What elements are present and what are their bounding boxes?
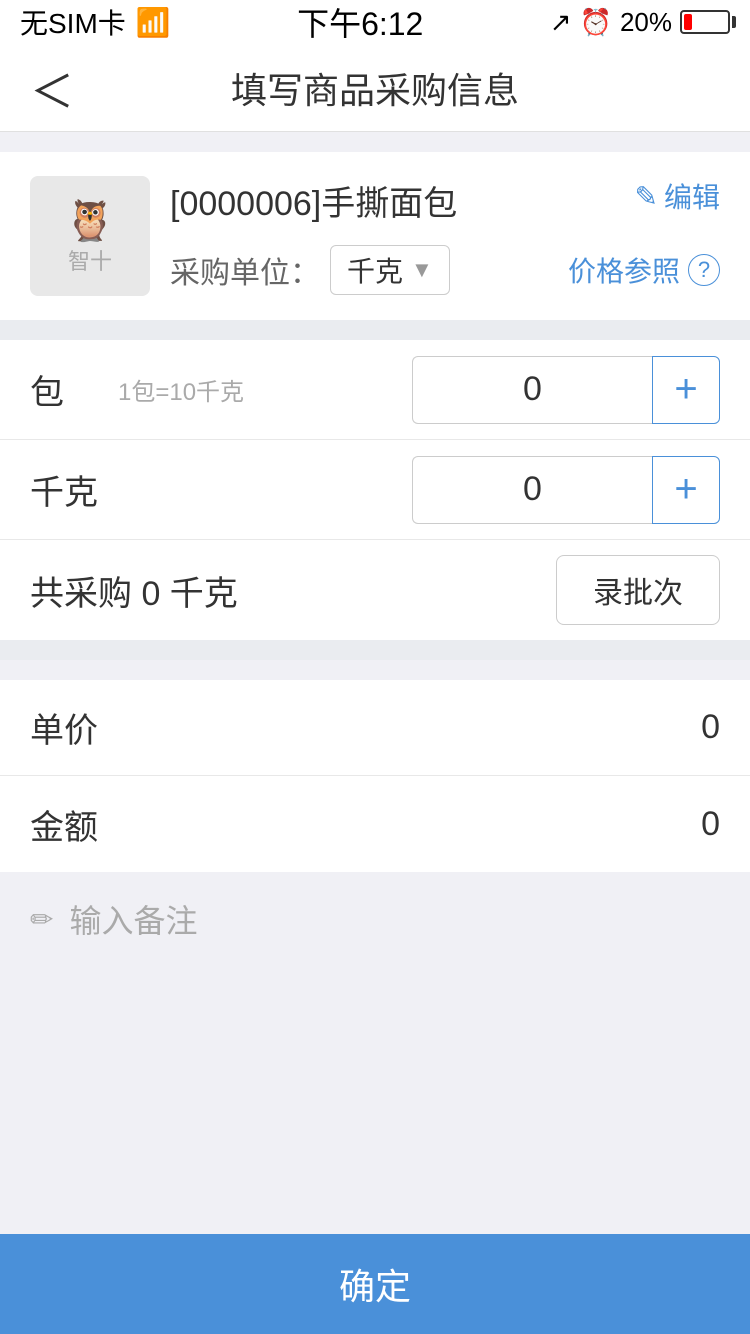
unit-selector-group: 采购单位： 千克 ▼ [170,245,450,295]
product-info: [0000006]手撕面包 ✎ 编辑 采购单位： 千克 ▼ 价格参照 ? [170,176,720,295]
unit-price-label: 单价 [30,703,98,752]
bag-plus-button[interactable]: + [652,356,720,424]
amount-row: 金额 0 [0,776,750,872]
kg-controls: + [110,456,720,524]
nav-bar: ＜ 填写商品采购信息 [0,44,750,132]
status-right: ↗ ⏰ 20% [550,7,730,38]
unit-prefix-label: 采购单位： [170,248,320,292]
confirm-button[interactable]: 确定 [0,1234,750,1334]
unit-dropdown-arrow: ▼ [411,257,433,283]
section-divider-1 [0,320,750,340]
battery-icon [680,10,730,34]
status-bar: 无SIM卡 📶 下午6:12 ↗ ⏰ 20% [0,0,750,44]
batch-button[interactable]: 录批次 [556,555,720,625]
bag-quantity-input[interactable] [412,356,652,424]
product-image: 🦉 智十 [30,176,150,296]
battery-fill [684,14,692,30]
pencil-icon: ✏ [30,903,53,936]
amount-value: 0 [701,805,720,844]
kg-label: 千克 [30,465,110,514]
carrier-text: 无SIM卡 [20,2,126,42]
battery-percent: 20% [620,7,672,38]
bag-sublabel: 1包=10千克 [118,372,244,407]
back-button[interactable]: ＜ [30,56,74,120]
section-divider-2 [0,640,750,660]
confirm-label: 确定 [339,1258,411,1310]
unit-select[interactable]: 千克 ▼ [330,245,450,295]
product-thumbnail-icon: 🦉 [65,197,115,244]
bag-controls: + [244,356,720,424]
unit-price-value: 0 [701,708,720,747]
location-icon: ↗ [550,7,572,38]
page-title: 填写商品采购信息 [231,62,519,114]
bag-input-row: 包 1包=10千克 + [0,340,750,440]
product-thumbnail-label: 智十 [68,244,112,276]
unit-value: 千克 [347,250,403,290]
product-unit-row: 采购单位： 千克 ▼ 价格参照 ? [170,245,720,295]
bag-label: 包 [30,365,110,414]
kg-input-row: 千克 + [0,440,750,540]
alarm-icon: ⏰ [580,7,612,38]
input-section: 包 1包=10千克 + 千克 + 共采购 0 千克 录批次 [0,340,750,640]
product-name: [0000006]手撕面包 [170,176,457,225]
edit-icon: ✎ [635,180,658,213]
time-display: 下午6:12 [297,0,423,45]
price-section: 单价 0 金额 0 [0,680,750,872]
remark-placeholder: 输入备注 [69,896,197,942]
summary-text: 共采购 0 千克 [30,566,238,615]
remark-input-row[interactable]: ✏ 输入备注 [30,896,720,942]
wifi-icon: 📶 [136,6,171,39]
edit-label: 编辑 [664,176,720,216]
kg-quantity-input[interactable] [412,456,652,524]
remark-section: ✏ 输入备注 [0,872,750,966]
product-card: 🦉 智十 [0000006]手撕面包 ✎ 编辑 采购单位： 千克 ▼ 价格参照 … [0,152,750,320]
summary-row: 共采购 0 千克 录批次 [0,540,750,640]
price-ref-button[interactable]: 价格参照 ? [568,250,720,290]
product-name-row: [0000006]手撕面包 ✎ 编辑 [170,176,720,225]
unit-price-row: 单价 0 [0,680,750,776]
kg-plus-button[interactable]: + [652,456,720,524]
edit-button[interactable]: ✎ 编辑 [635,176,720,216]
price-ref-info-icon: ? [688,254,720,286]
status-left: 无SIM卡 📶 [20,2,171,42]
amount-label: 金额 [30,800,98,849]
price-ref-label: 价格参照 [568,250,680,290]
